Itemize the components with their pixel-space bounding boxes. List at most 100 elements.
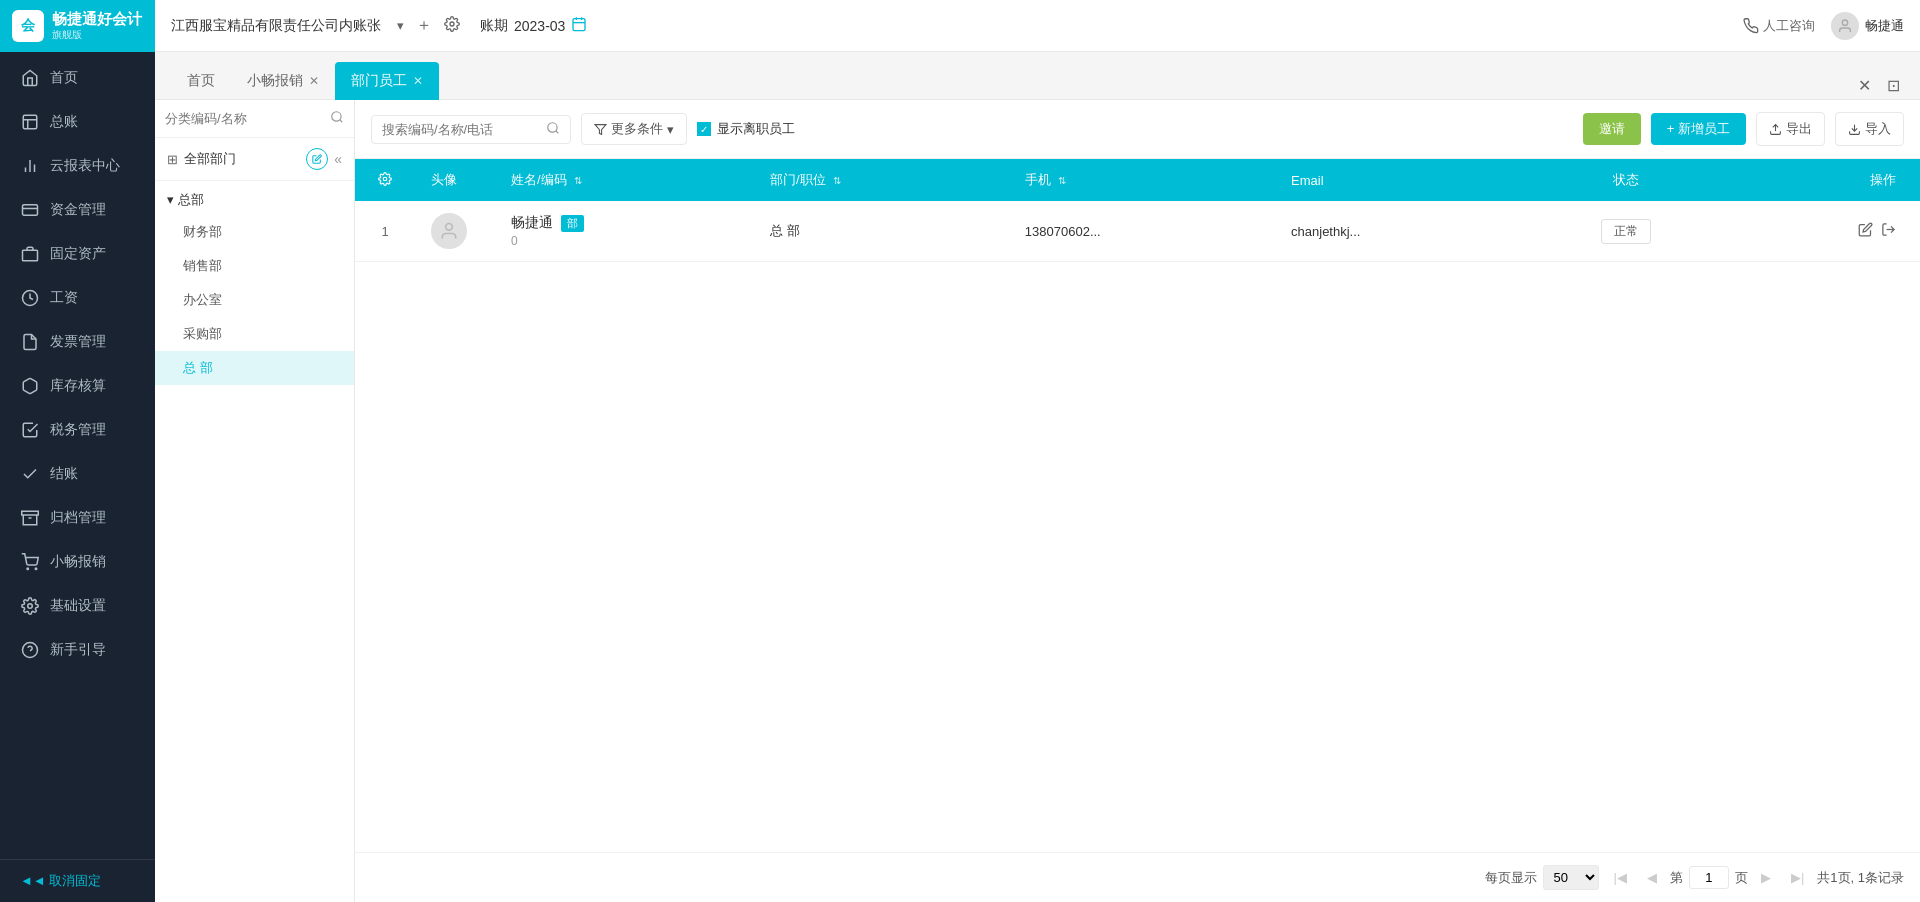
employee-dept: 总 部 (770, 223, 800, 238)
prev-page-button[interactable]: ◀ (1640, 866, 1664, 889)
sidebar-item-home[interactable]: 首页 (0, 56, 155, 100)
dept-root-group[interactable]: ▾ 总部 (155, 185, 354, 215)
right-panel: 更多条件 ▾ ✓ 显示离职员工 邀请 + 新增员工 (355, 100, 1920, 902)
sidebar-item-xiaochang[interactable]: 小畅报销 (0, 540, 155, 584)
dept-item-general[interactable]: 总 部 (155, 351, 354, 385)
export-button[interactable]: 导出 (1756, 112, 1825, 146)
col-dept[interactable]: 部门/职位 ⇅ (754, 159, 1009, 201)
tab-xiaochang-close[interactable]: ✕ (309, 74, 319, 88)
dept-all-label[interactable]: 全部部门 (184, 150, 300, 168)
dept-item-office[interactable]: 办公室 (155, 283, 354, 317)
period-area: 账期 2023-03 (480, 16, 587, 35)
sidebar-item-label: 小畅报销 (50, 553, 106, 571)
svg-point-13 (35, 568, 37, 570)
sidebar-item-assets[interactable]: 固定资产 (0, 232, 155, 276)
main-area: 江西服宝精品有限责任公司内账张 ▾ ＋ 账期 2023-03 人工咨询 畅捷通 (155, 0, 1920, 902)
sort-phone-icon: ⇅ (1058, 175, 1066, 186)
svg-point-23 (332, 112, 341, 121)
dept-header: ⊞ 全部部门 « (155, 138, 354, 181)
sort-name-icon: ⇅ (574, 175, 582, 186)
unpin-button[interactable]: ◄◄ 取消固定 (0, 859, 155, 902)
svg-point-14 (28, 604, 33, 609)
sidebar-item-guide[interactable]: 新手引导 (0, 628, 155, 672)
tab-dept-employee[interactable]: 部门员工 ✕ (335, 62, 439, 100)
invite-button[interactable]: 邀请 (1583, 113, 1641, 145)
inventory-icon (20, 376, 40, 396)
import-button[interactable]: 导入 (1835, 112, 1904, 146)
add-employee-label: + 新增员工 (1667, 120, 1730, 138)
sidebar-item-reports[interactable]: 云报表中心 (0, 144, 155, 188)
reports-icon (20, 156, 40, 176)
edit-employee-icon[interactable] (1858, 222, 1873, 240)
sidebar-item-label: 总账 (50, 113, 78, 131)
first-page-button[interactable]: |◀ (1607, 866, 1634, 889)
topbar: 江西服宝精品有限责任公司内账张 ▾ ＋ 账期 2023-03 人工咨询 畅捷通 (155, 0, 1920, 52)
calendar-icon[interactable] (571, 16, 587, 35)
sidebar-item-archive[interactable]: 归档管理 (0, 496, 155, 540)
unpin-label: ◄◄ 取消固定 (20, 872, 101, 890)
dept-purchase-label: 采购部 (183, 326, 222, 341)
col-gear[interactable] (355, 159, 415, 201)
table-header-row: 头像 姓名/编码 ⇅ 部门/职位 ⇅ 手机 (355, 159, 1920, 201)
invite-label: 邀请 (1599, 121, 1625, 136)
company-dropdown-button[interactable]: ▾ (397, 18, 404, 33)
last-page-button[interactable]: ▶| (1784, 866, 1811, 889)
sidebar-item-funds[interactable]: 资金管理 (0, 188, 155, 232)
tab-home[interactable]: 首页 (171, 62, 231, 100)
dept-collapse-button[interactable]: « (334, 151, 342, 167)
dept-item-finance[interactable]: 财务部 (155, 215, 354, 249)
svg-rect-8 (23, 250, 38, 261)
next-page-button[interactable]: ▶ (1754, 866, 1778, 889)
action-icons (1743, 222, 1896, 240)
table-body: 1 畅捷通 部 (355, 201, 1920, 262)
dept-search-icon[interactable] (330, 110, 344, 127)
dept-search-input[interactable] (165, 111, 326, 126)
logout-employee-icon[interactable] (1881, 222, 1896, 240)
cell-actions (1727, 201, 1920, 262)
col-phone[interactable]: 手机 ⇅ (1009, 159, 1275, 201)
period-label: 账期 (480, 17, 508, 35)
tab-dept-close[interactable]: ✕ (413, 74, 423, 88)
close-tab-button[interactable]: ✕ (1854, 72, 1875, 99)
sidebar-item-label: 归档管理 (50, 509, 106, 527)
add-employee-button[interactable]: + 新增员工 (1651, 113, 1746, 145)
sidebar-item-settlement[interactable]: 结账 (0, 452, 155, 496)
page-number-input[interactable] (1689, 866, 1729, 889)
sidebar-item-salary[interactable]: 工资 (0, 276, 155, 320)
settings-gear-icon[interactable] (444, 16, 460, 35)
tax-icon (20, 420, 40, 440)
add-company-button[interactable]: ＋ (416, 15, 432, 36)
show-resigned-checkbox[interactable]: ✓ (697, 122, 711, 136)
home-icon (20, 68, 40, 88)
sidebar-item-label: 税务管理 (50, 421, 106, 439)
user-menu[interactable]: 畅捷通 (1831, 12, 1904, 40)
service-button[interactable]: 人工咨询 (1743, 17, 1815, 35)
sidebar-item-invoice[interactable]: 发票管理 (0, 320, 155, 364)
tab-xiaochang[interactable]: 小畅报销 ✕ (231, 62, 335, 100)
sidebar-item-tax[interactable]: 税务管理 (0, 408, 155, 452)
tab-dept-label: 部门员工 (351, 72, 407, 90)
period-value: 2023-03 (514, 18, 565, 34)
page-nav: |◀ ◀ 第 页 ▶ ▶| 共1页, 1条记录 (1607, 866, 1904, 889)
logo-area: 会 畅捷通好会计 旗舰版 (0, 0, 155, 52)
employee-search-input[interactable] (382, 122, 546, 137)
sidebar-item-ledger[interactable]: 总账 (0, 100, 155, 144)
salary-icon (20, 288, 40, 308)
cell-num: 1 (355, 201, 415, 262)
dept-finance-label: 财务部 (183, 224, 222, 239)
svg-rect-18 (573, 19, 585, 31)
expand-tab-button[interactable]: ⊡ (1883, 72, 1904, 99)
dept-item-sales[interactable]: 销售部 (155, 249, 354, 283)
sidebar-item-label: 基础设置 (50, 597, 106, 615)
col-name[interactable]: 姓名/编码 ⇅ (495, 159, 754, 201)
cell-avatar (415, 201, 495, 262)
per-page-dropdown[interactable]: 20 50 100 (1543, 865, 1599, 890)
sidebar-item-label: 云报表中心 (50, 157, 120, 175)
cell-email: chanjethkj... (1275, 201, 1525, 262)
sidebar-item-inventory[interactable]: 库存核算 (0, 364, 155, 408)
dept-item-purchase[interactable]: 采购部 (155, 317, 354, 351)
sidebar-item-settings[interactable]: 基础设置 (0, 584, 155, 628)
filter-button[interactable]: 更多条件 ▾ (581, 113, 687, 145)
dept-edit-button[interactable] (306, 148, 328, 170)
employee-search-icon[interactable] (546, 121, 560, 138)
